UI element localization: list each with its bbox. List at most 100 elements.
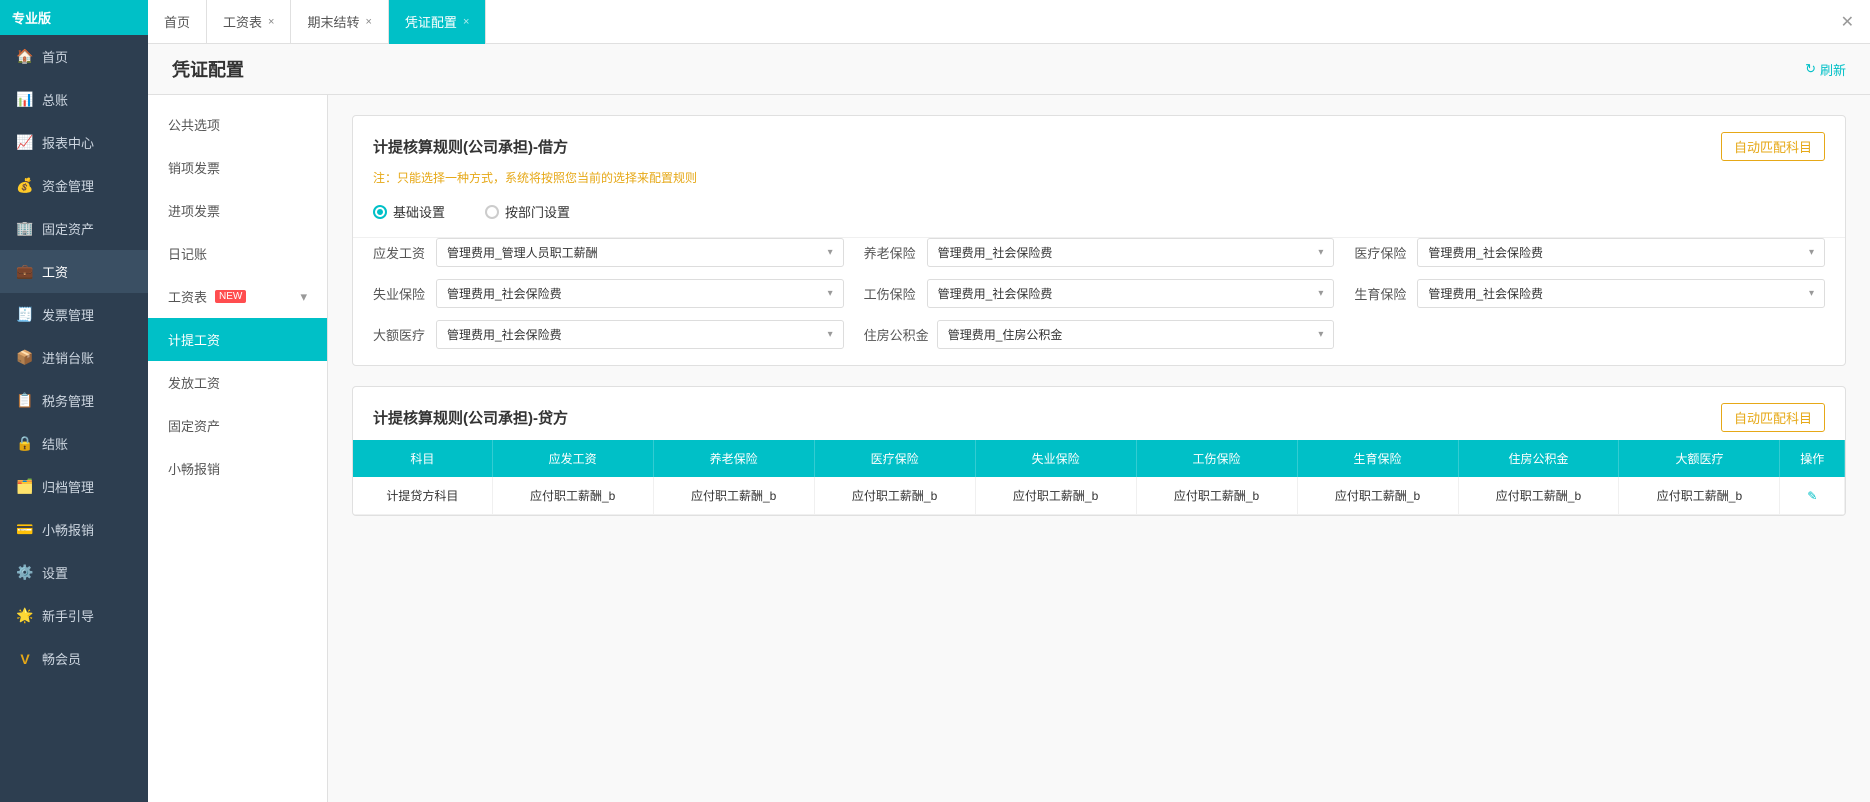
refresh-button[interactable]: ↻ 刷新 (1805, 60, 1846, 79)
tab-home[interactable]: 首页 (148, 0, 207, 44)
tab-close-period[interactable]: × (365, 16, 371, 28)
sidebar-item-tax[interactable]: 📋 税务管理 (0, 379, 148, 422)
field-housing: 住房公积金 管理费用_住房公积金 ▾ (864, 320, 1335, 349)
sidebar-item-ledger[interactable]: 📊 总账 (0, 78, 148, 121)
sidebar-item-settings[interactable]: ⚙️ 设置 (0, 551, 148, 594)
ledger-icon: 📊 (16, 91, 34, 108)
field-salary-select[interactable]: 管理费用_管理人员职工薪酬 ▾ (436, 238, 844, 267)
radio-basic[interactable]: 基础设置 (373, 202, 445, 221)
field-injury-label: 工伤保险 (864, 284, 919, 303)
cell-pension[interactable]: 应付职工薪酬_b (653, 477, 814, 515)
field-medical: 医疗保险 管理费用_社会保险费 ▾ (1354, 238, 1825, 267)
field-major-medical: 大额医疗 管理费用_社会保险费 ▾ (373, 320, 844, 349)
sidebar-item-close[interactable]: 🔒 结账 (0, 422, 148, 465)
close-account-icon: 🔒 (16, 435, 34, 452)
close-all-button[interactable]: ✕ (1825, 12, 1870, 32)
archive-icon: 🗂️ (16, 478, 34, 495)
col-unemployment: 失业保险 (975, 440, 1136, 477)
sidebar-item-archive[interactable]: 🗂️ 归档管理 (0, 465, 148, 508)
cell-maternity[interactable]: 应付职工薪酬_b (1297, 477, 1458, 515)
field-unemployment-select[interactable]: 管理费用_社会保险费 ▾ (436, 279, 844, 308)
sidebar-item-member[interactable]: V 畅会员 (0, 637, 148, 680)
chevron-icon: ▾ (1318, 288, 1323, 299)
field-injury: 工伤保险 管理费用_社会保险费 ▾ (864, 279, 1335, 308)
col-pension: 养老保险 (653, 440, 814, 477)
sidebar-item-reports[interactable]: 📈 报表中心 (0, 121, 148, 164)
field-major-medical-label: 大额医疗 (373, 325, 428, 344)
cell-unemployment[interactable]: 应付职工薪酬_b (975, 477, 1136, 515)
radio-dept[interactable]: 按部门设置 (485, 202, 570, 221)
debit-section: 计提核算规则(公司承担)-借方 自动匹配科目 注：只能选择一种方式，系统将按照您… (352, 115, 1846, 366)
sub-item-calc-salary[interactable]: 计提工资 (148, 318, 327, 361)
chevron-icon: ▾ (828, 247, 833, 258)
field-medical-select[interactable]: 管理费用_社会保险费 ▾ (1417, 238, 1825, 267)
cell-injury[interactable]: 应付职工薪酬_b (1136, 477, 1297, 515)
sidebar-item-stock[interactable]: 📦 进销台账 (0, 336, 148, 379)
col-action: 操作 (1780, 440, 1845, 477)
credit-section: 计提核算规则(公司承担)-贷方 自动匹配科目 科目 应发工资 养老保险 医疗保险… (352, 386, 1846, 516)
debit-form-row-1: 应发工资 管理费用_管理人员职工薪酬 ▾ 养老保险 管理费用_社会保险费 (373, 238, 1825, 267)
invoice-icon: 🧾 (16, 306, 34, 323)
sub-item-journal[interactable]: 日记账 (148, 232, 327, 275)
xiaochang-icon: 💳 (16, 521, 34, 538)
sub-item-sales-invoice[interactable]: 销项发票 (148, 146, 327, 189)
tax-icon: 📋 (16, 392, 34, 409)
cell-action[interactable]: ✎ (1780, 477, 1845, 515)
debit-section-title: 计提核算规则(公司承担)-借方 (373, 136, 568, 157)
refresh-icon: ↻ (1805, 61, 1816, 77)
sub-item-public[interactable]: 公共选项 (148, 103, 327, 146)
debit-auto-match-button[interactable]: 自动匹配科目 (1721, 132, 1825, 161)
col-salary: 应发工资 (492, 440, 653, 477)
field-maternity: 生育保险 管理费用_社会保险费 ▾ (1354, 279, 1825, 308)
col-subject: 科目 (353, 440, 492, 477)
cell-salary[interactable]: 应付职工薪酬_b (492, 477, 653, 515)
credit-table: 科目 应发工资 养老保险 医疗保险 失业保险 工伤保险 生育保险 住房公积金 大… (353, 440, 1845, 515)
field-housing-select[interactable]: 管理费用_住房公积金 ▾ (937, 320, 1335, 349)
tab-period-carry[interactable]: 期末结转 × (291, 0, 388, 44)
tab-close-voucher[interactable]: × (463, 16, 469, 28)
sub-item-fixed-assets[interactable]: 固定资产 (148, 404, 327, 447)
debit-form-row-3: 大额医疗 管理费用_社会保险费 ▾ 住房公积金 管理费用_住房公积金 (373, 320, 1825, 349)
field-injury-select[interactable]: 管理费用_社会保险费 ▾ (927, 279, 1335, 308)
edit-icon[interactable]: ✎ (1807, 489, 1817, 503)
tab-voucher-config[interactable]: 凭证配置 × (389, 0, 486, 44)
tab-bar: 首页 工资表 × 期末结转 × 凭证配置 × ✕ (148, 0, 1870, 44)
sidebar-item-xiaochang[interactable]: 💳 小畅报销 (0, 508, 148, 551)
layout: 公共选项 销项发票 进项发票 日记账 工资表 NEW ▾ 计提工资 (148, 95, 1870, 802)
field-pension-select[interactable]: 管理费用_社会保险费 ▾ (927, 238, 1335, 267)
field-medical-label: 医疗保险 (1354, 243, 1409, 262)
sidebar-item-capital[interactable]: 💰 资金管理 (0, 164, 148, 207)
app-title: 专业版 (0, 0, 148, 35)
field-pension-label: 养老保险 (864, 243, 919, 262)
tab-salary-table[interactable]: 工资表 × (207, 0, 291, 44)
chevron-icon: ▾ (1318, 247, 1323, 258)
credit-auto-match-button[interactable]: 自动匹配科目 (1721, 403, 1825, 432)
page-title: 凭证配置 (172, 56, 244, 82)
debit-form-row-2: 失业保险 管理费用_社会保险费 ▾ 工伤保险 管理费用_社会保险费 (373, 279, 1825, 308)
table-header-row: 科目 应发工资 养老保险 医疗保险 失业保险 工伤保险 生育保险 住房公积金 大… (353, 440, 1845, 477)
sub-item-purchase-invoice[interactable]: 进项发票 (148, 189, 327, 232)
field-salary: 应发工资 管理费用_管理人员职工薪酬 ▾ (373, 238, 844, 267)
field-maternity-select[interactable]: 管理费用_社会保险费 ▾ (1417, 279, 1825, 308)
tab-close-salary[interactable]: × (268, 16, 274, 28)
sidebar-item-guide[interactable]: 🌟 新手引导 (0, 594, 148, 637)
cell-housing[interactable]: 应付职工薪酬_b (1458, 477, 1619, 515)
field-major-medical-select[interactable]: 管理费用_社会保险费 ▾ (436, 320, 844, 349)
field-salary-label: 应发工资 (373, 243, 428, 262)
col-housing: 住房公积金 (1458, 440, 1619, 477)
sidebar-item-home[interactable]: 🏠 首页 (0, 35, 148, 78)
settings-icon: ⚙️ (16, 564, 34, 581)
cell-subject: 计提贷方科目 (353, 477, 492, 515)
chevron-icon: ▾ (1318, 329, 1323, 340)
debit-radio-group: 基础设置 按部门设置 (353, 194, 1845, 237)
sidebar-item-invoice[interactable]: 🧾 发票管理 (0, 293, 148, 336)
cell-medical[interactable]: 应付职工薪酬_b (814, 477, 975, 515)
member-icon: V (16, 651, 34, 667)
sidebar-item-salary[interactable]: 💼 工资 (0, 250, 148, 293)
sub-item-salary-table[interactable]: 工资表 NEW ▾ (148, 275, 327, 318)
sidebar-item-assets[interactable]: 🏢 固定资产 (0, 207, 148, 250)
sub-item-pay-salary[interactable]: 发放工资 (148, 361, 327, 404)
sub-item-expense[interactable]: 小畅报销 (148, 447, 327, 490)
cell-major-medical[interactable]: 应付职工薪酬_b (1619, 477, 1780, 515)
col-maternity: 生育保险 (1297, 440, 1458, 477)
